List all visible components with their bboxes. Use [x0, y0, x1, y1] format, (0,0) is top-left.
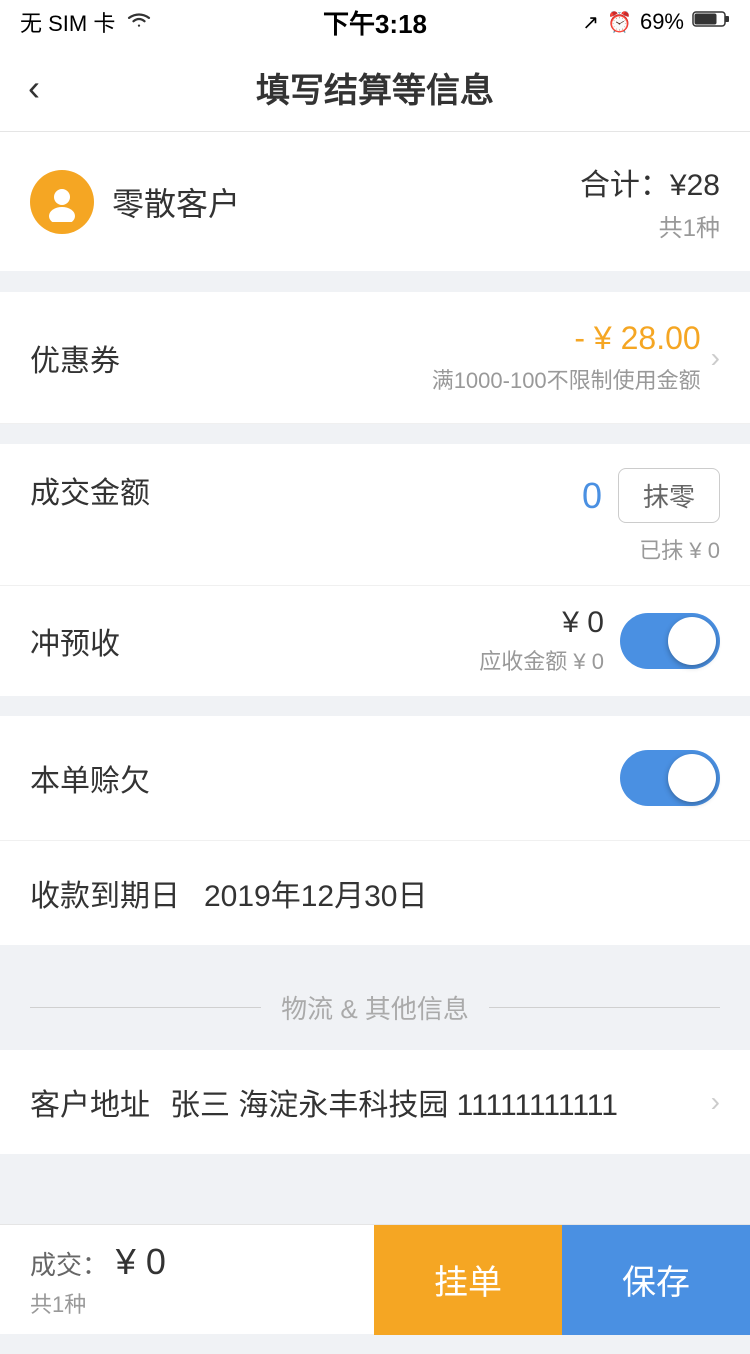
debt-toggle[interactable] — [620, 750, 720, 806]
hang-button[interactable]: 挂单 — [374, 1225, 562, 1335]
prereceive-receivable: 应收金额 ¥ 0 — [479, 644, 604, 676]
customer-row: 零散客户 合计：¥28 共1种 — [0, 132, 750, 271]
bottom-count: 共1种 — [30, 1287, 344, 1319]
bottom-deal-label: 成交： — [30, 1250, 108, 1280]
battery-icon — [692, 9, 730, 35]
debt-row: 本单赊欠 — [0, 716, 750, 840]
alarm-icon: ⏰ — [607, 10, 632, 35]
prereceive-toggle[interactable] — [620, 613, 720, 669]
coupon-row[interactable]: 优惠券 - ¥ 28.00 满1000-100不限制使用金额 › — [0, 292, 750, 424]
prereceive-right: ¥ 0 应收金额 ¥ 0 — [479, 606, 720, 676]
logistics-header: 物流 & 其他信息 — [0, 965, 750, 1050]
bottom-deal-amount: ¥ 0 — [116, 1241, 166, 1282]
address-label: 客户地址 — [30, 1080, 150, 1124]
round-button[interactable]: 抹零 — [618, 468, 720, 523]
amount-row: 成交金额 0 抹零 — [0, 444, 750, 533]
transaction-value: 0 — [582, 475, 602, 517]
status-right: ↗ ⏰ 69% — [582, 9, 730, 35]
logistics-line-left — [30, 1007, 261, 1008]
customer-left: 零散客户 — [30, 170, 240, 234]
amount-right: 0 抹零 — [582, 468, 720, 523]
debt-label: 本单赊欠 — [30, 756, 150, 800]
due-date-label: 收款到期日 — [30, 871, 180, 915]
wifi-icon — [125, 9, 153, 35]
bottom-bar: 成交： ¥ 0 共1种 挂单 保存 — [0, 1224, 750, 1334]
section-separator-3 — [0, 696, 750, 716]
bottom-deal-row: 成交： ¥ 0 — [30, 1241, 344, 1283]
status-bar: 无 SIM 卡 下午3:18 ↗ ⏰ 69% — [0, 0, 750, 44]
prereceive-amounts: ¥ 0 应收金额 ¥ 0 — [479, 606, 604, 676]
debt-toggle-knob — [668, 754, 716, 802]
customer-name: 零散客户 — [112, 179, 240, 225]
logistics-separator — [0, 945, 750, 965]
location-icon: ↗ — [582, 10, 599, 35]
carrier-text: 无 SIM 卡 — [20, 6, 115, 38]
status-time: 下午3:18 — [323, 4, 427, 41]
logistics-line-right — [489, 1007, 720, 1008]
toggle-knob — [668, 617, 716, 665]
address-value: 张三 海淀永丰科技园 11111111111 — [170, 1080, 691, 1124]
due-date-value: 2019年12月30日 — [204, 871, 427, 915]
prereceive-label: 冲预收 — [30, 619, 120, 663]
section-separator-1 — [0, 272, 750, 292]
customer-avatar — [30, 170, 94, 234]
nav-title: 填写结算等信息 — [256, 63, 494, 112]
logistics-text: 物流 & 其他信息 — [281, 989, 469, 1026]
coupon-label: 优惠券 — [30, 336, 120, 380]
save-button[interactable]: 保存 — [562, 1225, 750, 1335]
bottom-info: 成交： ¥ 0 共1种 — [0, 1241, 374, 1319]
coupon-chevron-icon: › — [711, 342, 720, 374]
amount-sub: 已抹 ¥ 0 — [0, 533, 750, 585]
address-row[interactable]: 客户地址 张三 海淀永丰科技园 11111111111 › — [0, 1050, 750, 1154]
prereceive-amount: ¥ 0 — [479, 606, 604, 640]
debt-section: 本单赊欠 收款到期日 2019年12月30日 — [0, 716, 750, 945]
customer-total: 合计：¥28 — [580, 160, 720, 204]
prereceive-row: 冲预收 ¥ 0 应收金额 ¥ 0 — [0, 585, 750, 696]
section-separator-2 — [0, 424, 750, 444]
coupon-desc: 满1000-100不限制使用金额 — [432, 363, 701, 395]
back-button[interactable]: ‹ — [28, 67, 40, 109]
coupon-discount: - ¥ 28.00 — [432, 320, 701, 357]
nav-bar: ‹ 填写结算等信息 — [0, 44, 750, 132]
address-chevron-icon: › — [711, 1086, 720, 1118]
status-left: 无 SIM 卡 — [20, 6, 153, 38]
transaction-label: 成交金额 — [30, 468, 150, 512]
battery-percent: 69% — [640, 9, 684, 35]
customer-count: 共1种 — [580, 208, 720, 243]
coupon-right: - ¥ 28.00 满1000-100不限制使用金额 — [432, 320, 701, 395]
customer-right: 合计：¥28 共1种 — [580, 160, 720, 243]
due-date-row: 收款到期日 2019年12月30日 — [0, 840, 750, 945]
transaction-section: 成交金额 0 抹零 已抹 ¥ 0 冲预收 ¥ 0 应收金额 ¥ 0 — [0, 444, 750, 696]
